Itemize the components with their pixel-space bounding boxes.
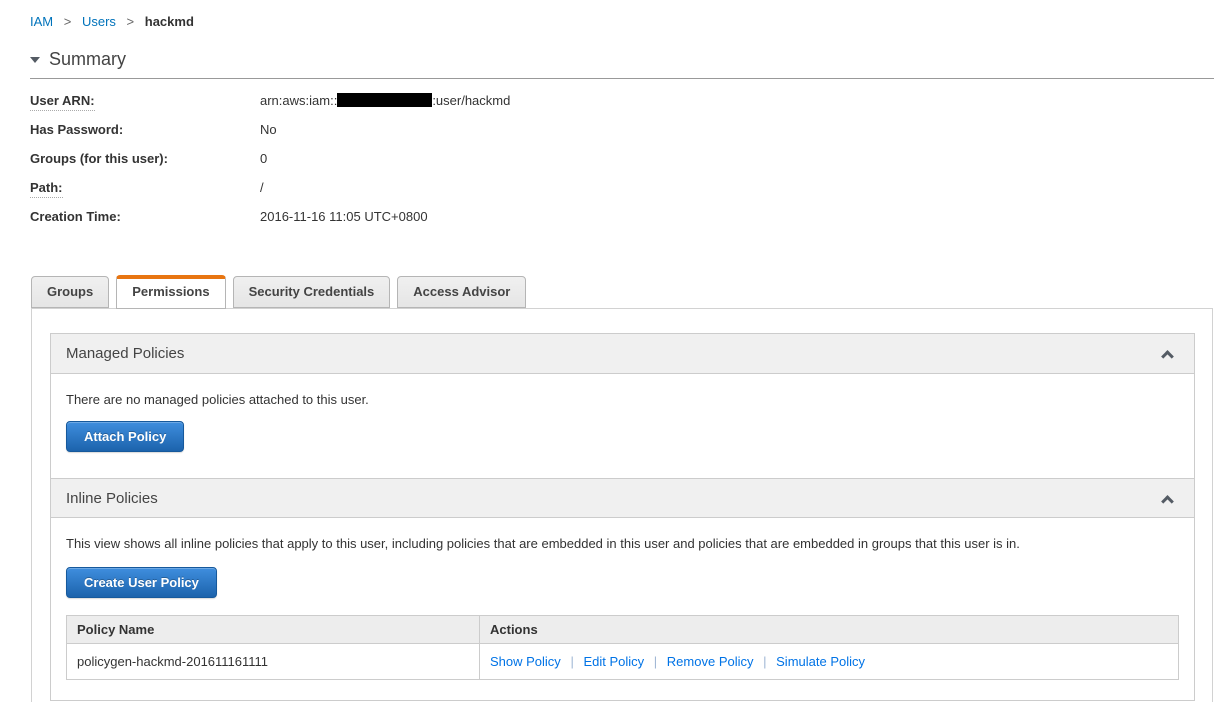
groups-count-label: Groups (for this user):: [30, 151, 168, 166]
tab-bar: Groups Permissions Security Credentials …: [31, 275, 1214, 309]
summary-title: Summary: [49, 49, 127, 69]
breadcrumb-link-users[interactable]: Users: [82, 14, 116, 29]
tab-security-credentials[interactable]: Security Credentials: [232, 276, 391, 308]
action-separator: |: [570, 654, 574, 669]
inline-policies-title: Inline Policies: [66, 490, 158, 507]
remove-policy-link[interactable]: Remove Policy: [667, 654, 754, 669]
policy-name-column-header: Policy Name: [66, 615, 480, 644]
tab-access-advisor[interactable]: Access Advisor: [397, 276, 527, 308]
summary-row-user-arn: User ARN: arn:aws:iam:::user/hackmd: [30, 93, 1214, 111]
groups-count-value: 0: [260, 151, 268, 166]
chevron-up-icon[interactable]: [1161, 495, 1174, 508]
arn-prefix: arn:aws:iam::: [260, 93, 338, 108]
table-row: policygen-hackmd-201611161111 Show Polic…: [66, 643, 1179, 680]
arn-suffix: :user/hackmd: [432, 93, 511, 108]
summary-row-groups: Groups (for this user): 0: [30, 151, 1214, 166]
tab-permissions[interactable]: Permissions: [116, 275, 226, 309]
action-separator: |: [653, 654, 658, 669]
inline-policies-table: Policy Name Actions policygen-hackmd-201…: [66, 615, 1179, 680]
permissions-tab-panel: Managed Policies There are no managed po…: [31, 308, 1213, 702]
summary-section-header: Summary: [30, 49, 1214, 70]
breadcrumb-current-user: hackmd: [144, 14, 194, 29]
simulate-policy-link[interactable]: Simulate Policy: [776, 654, 865, 669]
inline-policies-description: This view shows all inline policies that…: [66, 536, 1020, 551]
inline-policies-body: This view shows all inline policies that…: [51, 518, 1194, 700]
summary-row-creation-time: Creation Time: 2016-11-16 11:05 UTC+0800: [30, 209, 1214, 224]
user-arn-value: arn:aws:iam:::user/hackmd: [260, 93, 510, 108]
creation-time-label: Creation Time:: [30, 209, 121, 224]
summary-fields: User ARN: arn:aws:iam:::user/hackmd Has …: [30, 93, 1214, 224]
redaction-box: [337, 93, 433, 107]
has-password-label: Has Password:: [30, 122, 124, 137]
collapse-triangle-icon[interactable]: [30, 56, 40, 63]
actions-column-header: Actions: [479, 615, 1179, 644]
user-arn-label: User ARN:: [30, 93, 95, 111]
chevron-up-icon[interactable]: [1161, 350, 1174, 363]
path-label: Path:: [30, 180, 63, 198]
iam-user-detail-page: IAM > Users > hackmd Summary User ARN: a…: [0, 0, 1214, 702]
show-policy-link[interactable]: Show Policy: [490, 654, 561, 669]
managed-policies-title: Managed Policies: [66, 345, 185, 362]
breadcrumb: IAM > Users > hackmd: [0, 0, 1214, 29]
policy-name-cell: policygen-hackmd-201611161111: [66, 643, 480, 680]
table-header-row: Policy Name Actions: [66, 615, 1179, 644]
attach-policy-button[interactable]: Attach Policy: [66, 421, 185, 452]
action-separator: |: [763, 654, 767, 669]
breadcrumb-separator: >: [63, 14, 72, 29]
has-password-value: No: [260, 122, 277, 137]
managed-policies-empty-text: There are no managed policies attached t…: [66, 392, 369, 407]
edit-policy-link[interactable]: Edit Policy: [583, 654, 644, 669]
tab-groups[interactable]: Groups: [31, 276, 110, 308]
policy-actions-cell: Show Policy | Edit Policy | Remove Polic…: [479, 643, 1179, 680]
policies-accordion: Managed Policies There are no managed po…: [50, 333, 1195, 701]
summary-divider: [30, 78, 1214, 79]
managed-policies-header[interactable]: Managed Policies: [51, 334, 1194, 374]
path-value: /: [260, 180, 264, 195]
breadcrumb-link-iam[interactable]: IAM: [30, 14, 53, 29]
create-user-policy-button[interactable]: Create User Policy: [66, 567, 217, 598]
summary-row-has-password: Has Password: No: [30, 122, 1214, 137]
summary-row-path: Path: /: [30, 180, 1214, 198]
creation-time-value: 2016-11-16 11:05 UTC+0800: [260, 209, 428, 224]
inline-policies-header[interactable]: Inline Policies: [51, 478, 1194, 518]
breadcrumb-separator: >: [126, 14, 135, 29]
managed-policies-body: There are no managed policies attached t…: [51, 374, 1194, 478]
